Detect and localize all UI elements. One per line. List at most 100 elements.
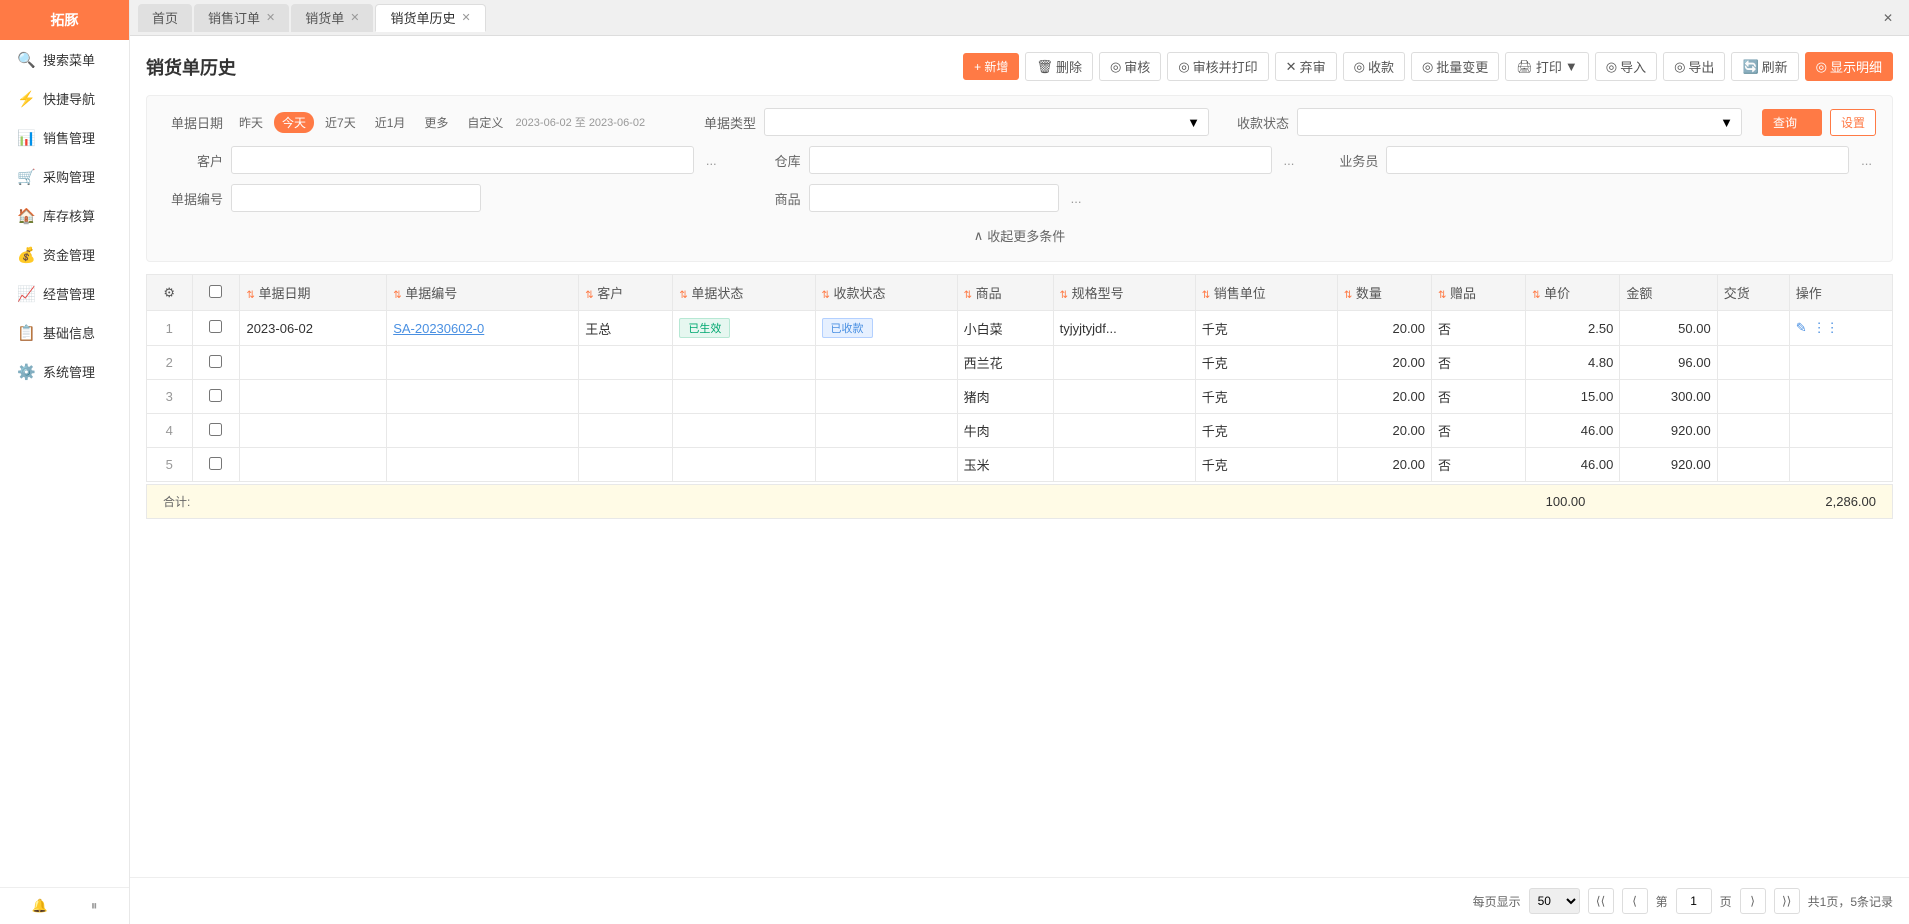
cell-number[interactable]: SA-20230602-0: [387, 311, 579, 346]
cell-checkbox[interactable]: [192, 311, 240, 346]
sidebar-bottom-icon1[interactable]: 🔔: [32, 898, 48, 914]
btn-abandon[interactable]: ✕ 弃审: [1275, 52, 1337, 81]
btn-settings[interactable]: 设置: [1830, 109, 1876, 136]
col-actions: 操作: [1789, 275, 1892, 311]
col-doc-status[interactable]: ⇅ 单据状态: [673, 275, 815, 311]
sidebar-item-search-menu[interactable]: 🔍 搜索菜单: [0, 40, 129, 79]
first-page-btn[interactable]: ⟨⟨: [1588, 888, 1614, 914]
col-price[interactable]: ⇅ 单价: [1526, 275, 1620, 311]
cell-goods: 玉米: [957, 448, 1053, 482]
goods-ellipsis[interactable]: ...: [1067, 191, 1086, 206]
cell-row-num: 4: [147, 414, 193, 448]
date-filter: 昨天 今天 近7天 近1月 更多 自定义 2023-06-02 至 2023-0…: [231, 112, 676, 133]
btn-review-print[interactable]: ◎ 审核并打印: [1167, 52, 1268, 81]
cart-icon: 🛒: [17, 168, 35, 186]
btn-delete[interactable]: 🗑 删除: [1025, 52, 1093, 81]
cell-checkbox[interactable]: [192, 380, 240, 414]
cell-payment-status: [815, 380, 957, 414]
cell-number[interactable]: [387, 448, 579, 482]
col-unit[interactable]: ⇅ 销售单位: [1195, 275, 1337, 311]
chip-yesterday[interactable]: 昨天: [231, 112, 271, 133]
chip-custom[interactable]: 自定义: [459, 112, 511, 133]
sidebar-item-finance-mgmt[interactable]: 💰 资金管理: [0, 235, 129, 274]
sidebar-bottom-icon2[interactable]: ⏸: [91, 898, 98, 914]
cell-unit: 千克: [1195, 311, 1337, 346]
action-edit-icon[interactable]: ✎: [1796, 320, 1807, 335]
tab-sales-delivery-history-close[interactable]: ✕: [462, 11, 471, 24]
col-delivery[interactable]: 交货: [1717, 275, 1789, 311]
col-qty[interactable]: ⇅ 数量: [1337, 275, 1431, 311]
cell-number[interactable]: [387, 380, 579, 414]
col-amount[interactable]: 金额: [1620, 275, 1717, 311]
col-date[interactable]: ⇅ 单据日期: [240, 275, 387, 311]
tab-sales-order-close[interactable]: ✕: [266, 11, 275, 24]
table-row: 12023-06-02SA-20230602-0王总已生效已收款小白菜tyjyj…: [147, 311, 1893, 346]
cell-checkbox[interactable]: [192, 346, 240, 380]
tab-sales-order-label: 销售订单: [208, 8, 260, 27]
btn-export[interactable]: ◎ 导出: [1663, 52, 1725, 81]
sidebar-item-quick-nav[interactable]: ⚡ 快捷导航: [0, 79, 129, 118]
chip-1month[interactable]: 近1月: [367, 112, 414, 133]
tab-sales-delivery-history[interactable]: 销货单历史 ✕: [375, 4, 485, 32]
chip-7days[interactable]: 近7天: [317, 112, 364, 133]
sidebar-item-operations-mgmt[interactable]: 📈 经营管理: [0, 274, 129, 313]
btn-batch-change[interactable]: ◎ 批量变更: [1411, 52, 1499, 81]
col-spec[interactable]: ⇅ 规格型号: [1053, 275, 1195, 311]
filter-goods-input[interactable]: [809, 184, 1059, 212]
col-goods[interactable]: ⇅ 商品: [957, 275, 1053, 311]
filter-doc-number-input[interactable]: [231, 184, 481, 212]
btn-query[interactable]: 查询: [1762, 109, 1822, 136]
sidebar-item-purchase-mgmt[interactable]: 🛒 采购管理: [0, 157, 129, 196]
btn-show-detail[interactable]: ◎ 显示明细: [1805, 52, 1893, 81]
filter-payment-status-select[interactable]: ▼: [1297, 108, 1742, 136]
collapse-btn[interactable]: ∧ 收起更多条件: [163, 222, 1876, 249]
customer-ellipsis[interactable]: ...: [702, 153, 721, 168]
col-gear[interactable]: ⚙: [147, 275, 193, 311]
sidebar-item-system-mgmt[interactable]: ⚙️ 系统管理: [0, 352, 129, 391]
sidebar-item-sales-mgmt[interactable]: 📊 销售管理: [0, 118, 129, 157]
filter-doc-type-select[interactable]: ▼: [764, 108, 1209, 136]
select-all-checkbox[interactable]: [209, 285, 222, 298]
btn-review[interactable]: ◎ 审核: [1099, 52, 1161, 81]
tab-sales-order[interactable]: 销售订单 ✕: [194, 4, 289, 32]
next-page-btn[interactable]: ⟩: [1740, 888, 1766, 914]
tab-home[interactable]: 首页: [138, 4, 192, 32]
sidebar-item-inventory[interactable]: 🏠 库存核算: [0, 196, 129, 235]
chip-more[interactable]: 更多: [416, 112, 456, 133]
table-gear-icon[interactable]: ⚙: [163, 285, 175, 300]
sidebar-item-basic-info[interactable]: 📋 基础信息: [0, 313, 129, 352]
filter-section: 单据日期 昨天 今天 近7天 近1月 更多 自定义 2023-06-02 至 2…: [146, 95, 1893, 262]
filter-customer-input[interactable]: [231, 146, 694, 174]
btn-import[interactable]: ◎ 导入: [1595, 52, 1657, 81]
filter-salesperson-input[interactable]: [1386, 146, 1849, 174]
filter-warehouse-input[interactable]: [809, 146, 1272, 174]
sort-customer-icon: ⇅: [585, 290, 593, 301]
action-more-icon[interactable]: ⋮⋮: [1813, 320, 1839, 335]
col-payment-status[interactable]: ⇅ 收款状态: [815, 275, 957, 311]
col-number[interactable]: ⇅ 单据编号: [387, 275, 579, 311]
warehouse-ellipsis[interactable]: ...: [1280, 153, 1299, 168]
salesperson-ellipsis[interactable]: ...: [1857, 153, 1876, 168]
tab-sales-delivery[interactable]: 销货单 ✕: [291, 4, 373, 32]
cell-actions: ✎ ⋮⋮: [1789, 311, 1892, 346]
cell-checkbox[interactable]: [192, 414, 240, 448]
btn-new[interactable]: + 新增: [963, 53, 1019, 80]
btn-print[interactable]: 🖨 打印 ▼: [1505, 52, 1588, 81]
prev-page-btn[interactable]: ⟨: [1622, 888, 1648, 914]
cell-number[interactable]: [387, 346, 579, 380]
col-gift[interactable]: ⇅ 赠品: [1432, 275, 1526, 311]
btn-collect[interactable]: ◎ 收款: [1343, 52, 1405, 81]
btn-refresh[interactable]: 🔄 刷新: [1731, 52, 1798, 81]
chip-today[interactable]: 今天: [274, 112, 314, 133]
filter-date: 单据日期 昨天 今天 近7天 近1月 更多 自定义 2023-06-02 至 2…: [163, 112, 676, 133]
close-all-tabs[interactable]: ✕: [1875, 11, 1901, 25]
tab-sales-delivery-close[interactable]: ✕: [350, 11, 359, 24]
cell-checkbox[interactable]: [192, 448, 240, 482]
filter-doc-number-label: 单据编号: [163, 189, 223, 208]
cell-number[interactable]: [387, 414, 579, 448]
last-page-btn[interactable]: ⟩⟩: [1774, 888, 1800, 914]
col-customer[interactable]: ⇅ 客户: [579, 275, 673, 311]
page-number-input[interactable]: [1676, 888, 1712, 914]
per-page-select[interactable]: 50 100 200: [1529, 888, 1580, 914]
col-checkbox[interactable]: [192, 275, 240, 311]
